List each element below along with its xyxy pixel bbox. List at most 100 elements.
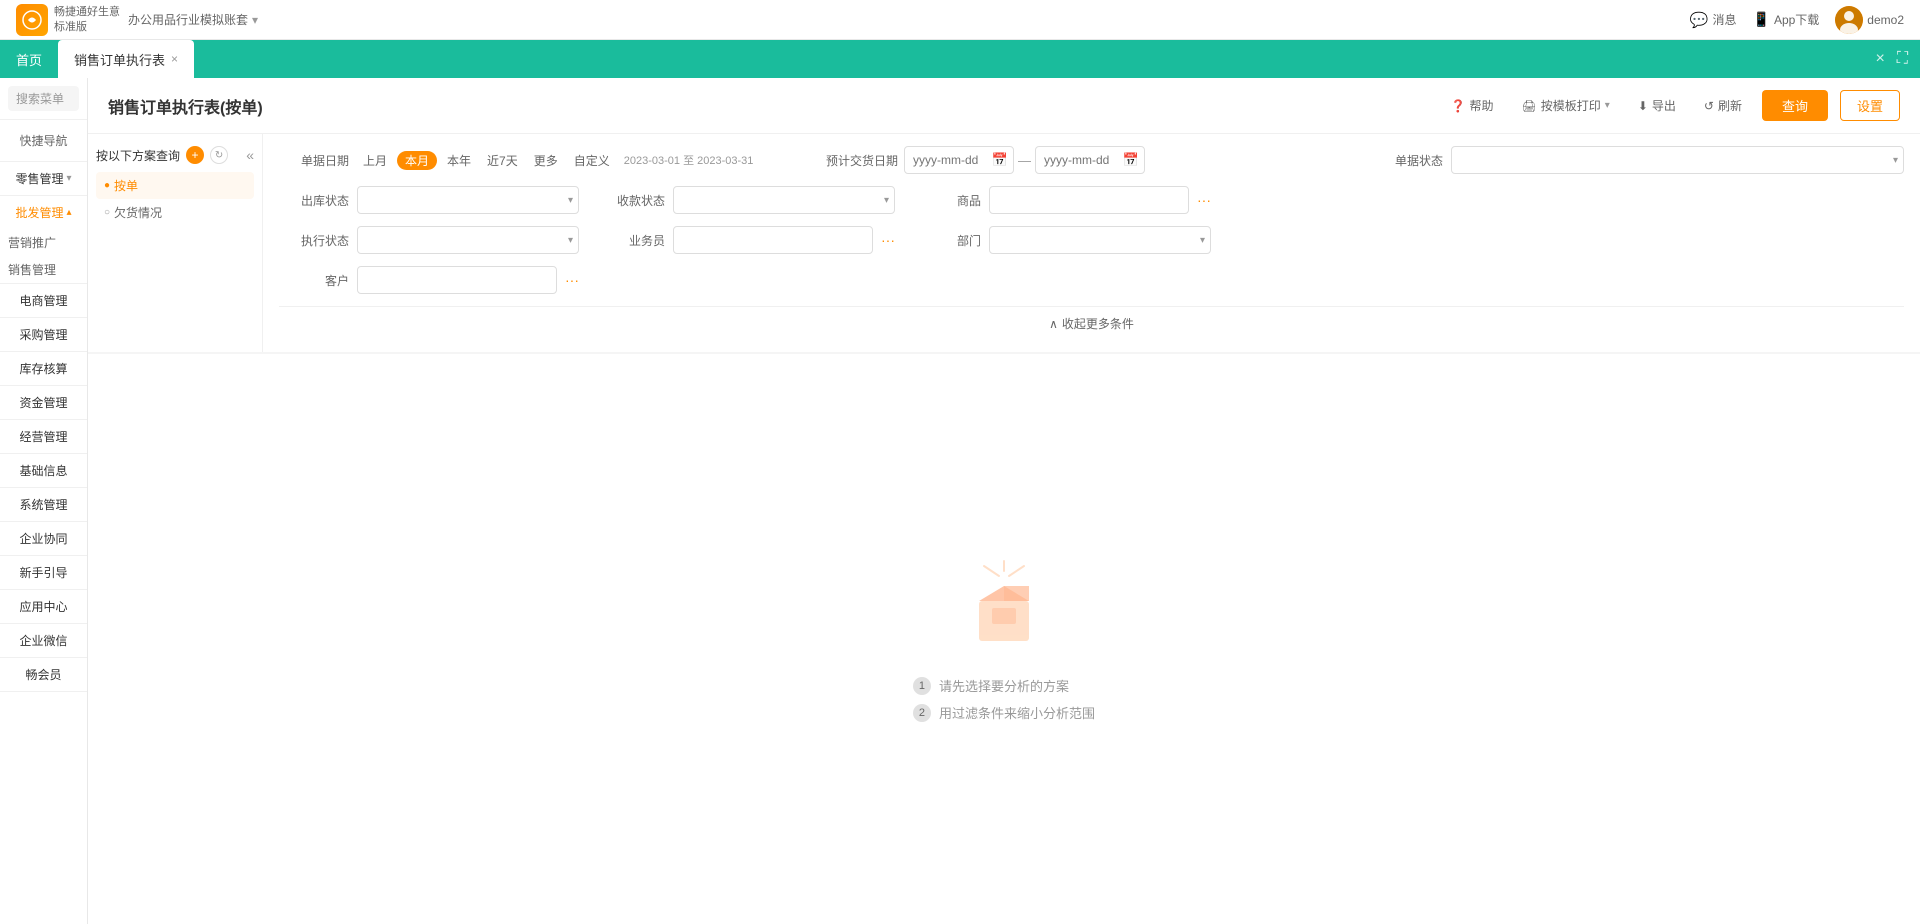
sidebar-item-inventory[interactable]: 库存核算 bbox=[0, 352, 87, 385]
refresh-icon: ↺ bbox=[1704, 99, 1714, 113]
hint-num-2: 2 bbox=[913, 704, 931, 722]
out-status-select-wrap: ▾ bbox=[357, 186, 579, 214]
product-input[interactable] bbox=[989, 186, 1189, 214]
sidebar-item-wechat[interactable]: 企业微信 bbox=[0, 624, 87, 657]
empty-hints: 1 请先选择要分析的方案 2 用过滤条件来缩小分析范围 bbox=[913, 676, 1095, 722]
dept-select-wrap: ▾ bbox=[989, 226, 1211, 254]
help-button[interactable]: ❓ 帮助 bbox=[1443, 93, 1502, 118]
logo-icon bbox=[16, 4, 48, 36]
collapse-more-button[interactable]: ∧ 收起更多条件 bbox=[279, 306, 1904, 340]
app-download-button[interactable]: 📱 App下载 bbox=[1753, 11, 1820, 28]
breadcrumb[interactable]: 办公用品行业模拟账套 ▾ bbox=[128, 11, 258, 28]
message-button[interactable]: 💬 消息 bbox=[1690, 11, 1737, 29]
print-dropdown-icon: ▾ bbox=[1605, 100, 1610, 111]
btn-custom-date[interactable]: 自定义 bbox=[568, 150, 616, 171]
filter-sub-item-shortage-icon: ○ bbox=[104, 207, 110, 218]
download-icon: 📱 bbox=[1753, 11, 1770, 28]
dept-select[interactable] bbox=[989, 226, 1211, 254]
sidebar-section-retail-header[interactable]: 零售管理 ▾ bbox=[0, 162, 87, 195]
collapse-more-icon: ∧ bbox=[1049, 317, 1058, 331]
sidebar-section-member: 畅会员 bbox=[0, 658, 87, 692]
status-label: 单据状态 bbox=[1373, 152, 1443, 169]
date-range-text: 2023-03-01 至 2023-03-31 bbox=[624, 152, 754, 168]
empty-hint-1: 1 请先选择要分析的方案 bbox=[913, 676, 1095, 695]
export-button[interactable]: ⬇ 导出 bbox=[1630, 93, 1684, 118]
query-button[interactable]: 查询 bbox=[1762, 90, 1828, 121]
expected-date-end[interactable] bbox=[1035, 146, 1145, 174]
tab-close-icon[interactable]: × bbox=[171, 53, 178, 65]
product-dots-button[interactable]: ··· bbox=[1197, 192, 1211, 208]
retail-expand-icon: ▾ bbox=[66, 173, 71, 184]
payment-status-label: 收款状态 bbox=[595, 192, 665, 209]
tab-home[interactable]: 首页 bbox=[0, 40, 58, 78]
date-start-wrap: 📅 bbox=[904, 146, 1014, 174]
refresh-button[interactable]: ↺ 刷新 bbox=[1696, 93, 1750, 118]
filter-panel-collapse-button[interactable]: « bbox=[246, 147, 254, 163]
sidebar-section-basic-info: 基础信息 bbox=[0, 454, 87, 488]
page-title: 销售订单执行表(按单) bbox=[108, 94, 263, 118]
header-right: 💬 消息 📱 App下载 demo2 bbox=[1690, 6, 1904, 34]
page-actions: ❓ 帮助 🖨 按模板打印 ▾ ⬇ 导出 ↺ 刷新 查询 设置 bbox=[1443, 90, 1900, 121]
empty-hint-2: 2 用过滤条件来缩小分析范围 bbox=[913, 703, 1095, 722]
filter-refresh-button[interactable]: ↻ bbox=[210, 146, 228, 164]
tab-minimize-icon[interactable]: × bbox=[1875, 50, 1884, 68]
sidebar-section-wholesale-header[interactable]: 批发管理 ▴ bbox=[0, 196, 87, 229]
empty-state: 1 请先选择要分析的方案 2 用过滤条件来缩小分析范围 bbox=[88, 354, 1920, 924]
sidebar-item-marketing[interactable]: 营销推广 bbox=[0, 229, 87, 256]
payment-status-select-wrap: ▾ bbox=[673, 186, 895, 214]
sidebar-item-beginner[interactable]: 新手引导 bbox=[0, 556, 87, 589]
sidebar-item-member[interactable]: 畅会员 bbox=[0, 658, 87, 691]
sidebar-item-sales-mgmt[interactable]: 销售管理 bbox=[0, 256, 87, 283]
filter-container: 按以下方案查询 + ↻ « ● 按单 ○ 欠货情况 bbox=[88, 134, 1920, 352]
message-icon: 💬 bbox=[1690, 11, 1709, 29]
filter-group-date: 单据日期 上月 本月 本年 近7天 更多 自定义 2023-03-01 至 20… bbox=[279, 150, 810, 171]
payment-status-select[interactable] bbox=[673, 186, 895, 214]
filter-group-payment-status: 收款状态 ▾ bbox=[595, 186, 895, 214]
hint-num-1: 1 bbox=[913, 677, 931, 695]
customer-input[interactable] bbox=[357, 266, 557, 294]
filter-group-expected-date: 预计交货日期 📅 — 📅 bbox=[826, 146, 1357, 174]
date-separator: — bbox=[1018, 153, 1031, 168]
top-header: 畅捷通好生意 标准版 办公用品行业模拟账套 ▾ 💬 消息 📱 App下载 bbox=[0, 0, 1920, 40]
sidebar-section-operations: 经营管理 bbox=[0, 420, 87, 454]
tab-fullscreen-icon[interactable]: ⛶ bbox=[1897, 50, 1908, 68]
filter-sub-item-order[interactable]: ● 按单 bbox=[96, 172, 254, 199]
btn-this-year[interactable]: 本年 bbox=[441, 150, 477, 171]
exec-status-select[interactable] bbox=[357, 226, 579, 254]
sidebar-item-app-center[interactable]: 应用中心 bbox=[0, 590, 87, 623]
filter-add-button[interactable]: + bbox=[186, 146, 204, 164]
filter-panel-title: 按以下方案查询 + ↻ « bbox=[96, 146, 254, 164]
logo-text: 畅捷通好生意 标准版 bbox=[54, 5, 120, 34]
sidebar-section-ecommerce: 电商管理 bbox=[0, 284, 87, 318]
out-status-label: 出库状态 bbox=[279, 192, 349, 209]
out-status-select[interactable] bbox=[357, 186, 579, 214]
customer-dots-button[interactable]: ··· bbox=[565, 272, 579, 288]
salesperson-label: 业务员 bbox=[595, 232, 665, 249]
btn-more-dates[interactable]: 更多 bbox=[528, 150, 564, 171]
expected-date-start[interactable] bbox=[904, 146, 1014, 174]
sidebar-item-enterprise[interactable]: 企业协同 bbox=[0, 522, 87, 555]
settings-button[interactable]: 设置 bbox=[1840, 90, 1900, 121]
tab-sales-order[interactable]: 销售订单执行表 × bbox=[58, 40, 194, 78]
sidebar-item-quick-nav[interactable]: 快捷导航 bbox=[0, 126, 87, 155]
salesperson-dots-button[interactable]: ··· bbox=[881, 232, 895, 248]
user-profile[interactable]: demo2 bbox=[1835, 6, 1904, 34]
sidebar-item-operations[interactable]: 经营管理 bbox=[0, 420, 87, 453]
btn-this-month[interactable]: 本月 bbox=[397, 151, 437, 170]
salesperson-input[interactable] bbox=[673, 226, 873, 254]
btn-last-7-days[interactable]: 近7天 bbox=[481, 150, 524, 171]
print-button[interactable]: 🖨 按模板打印 ▾ bbox=[1514, 93, 1618, 118]
sidebar-section-enterprise: 企业协同 bbox=[0, 522, 87, 556]
filter-group-status: 单据状态 ▾ bbox=[1373, 146, 1904, 174]
sidebar-item-finance[interactable]: 资金管理 bbox=[0, 386, 87, 419]
filter-group-product: 商品 ··· bbox=[911, 186, 1211, 214]
sidebar-item-sys-mgmt[interactable]: 系统管理 bbox=[0, 488, 87, 521]
btn-last-month[interactable]: 上月 bbox=[357, 150, 393, 171]
sidebar-item-ecommerce[interactable]: 电商管理 bbox=[0, 284, 87, 317]
filter-group-out-status: 出库状态 ▾ bbox=[279, 186, 579, 214]
sidebar-item-basic-info[interactable]: 基础信息 bbox=[0, 454, 87, 487]
status-select[interactable] bbox=[1451, 146, 1904, 174]
search-menu-button[interactable]: 搜索菜单 bbox=[8, 86, 79, 111]
filter-sub-item-shortage[interactable]: ○ 欠货情况 bbox=[96, 199, 254, 226]
sidebar-item-purchase[interactable]: 采购管理 bbox=[0, 318, 87, 351]
